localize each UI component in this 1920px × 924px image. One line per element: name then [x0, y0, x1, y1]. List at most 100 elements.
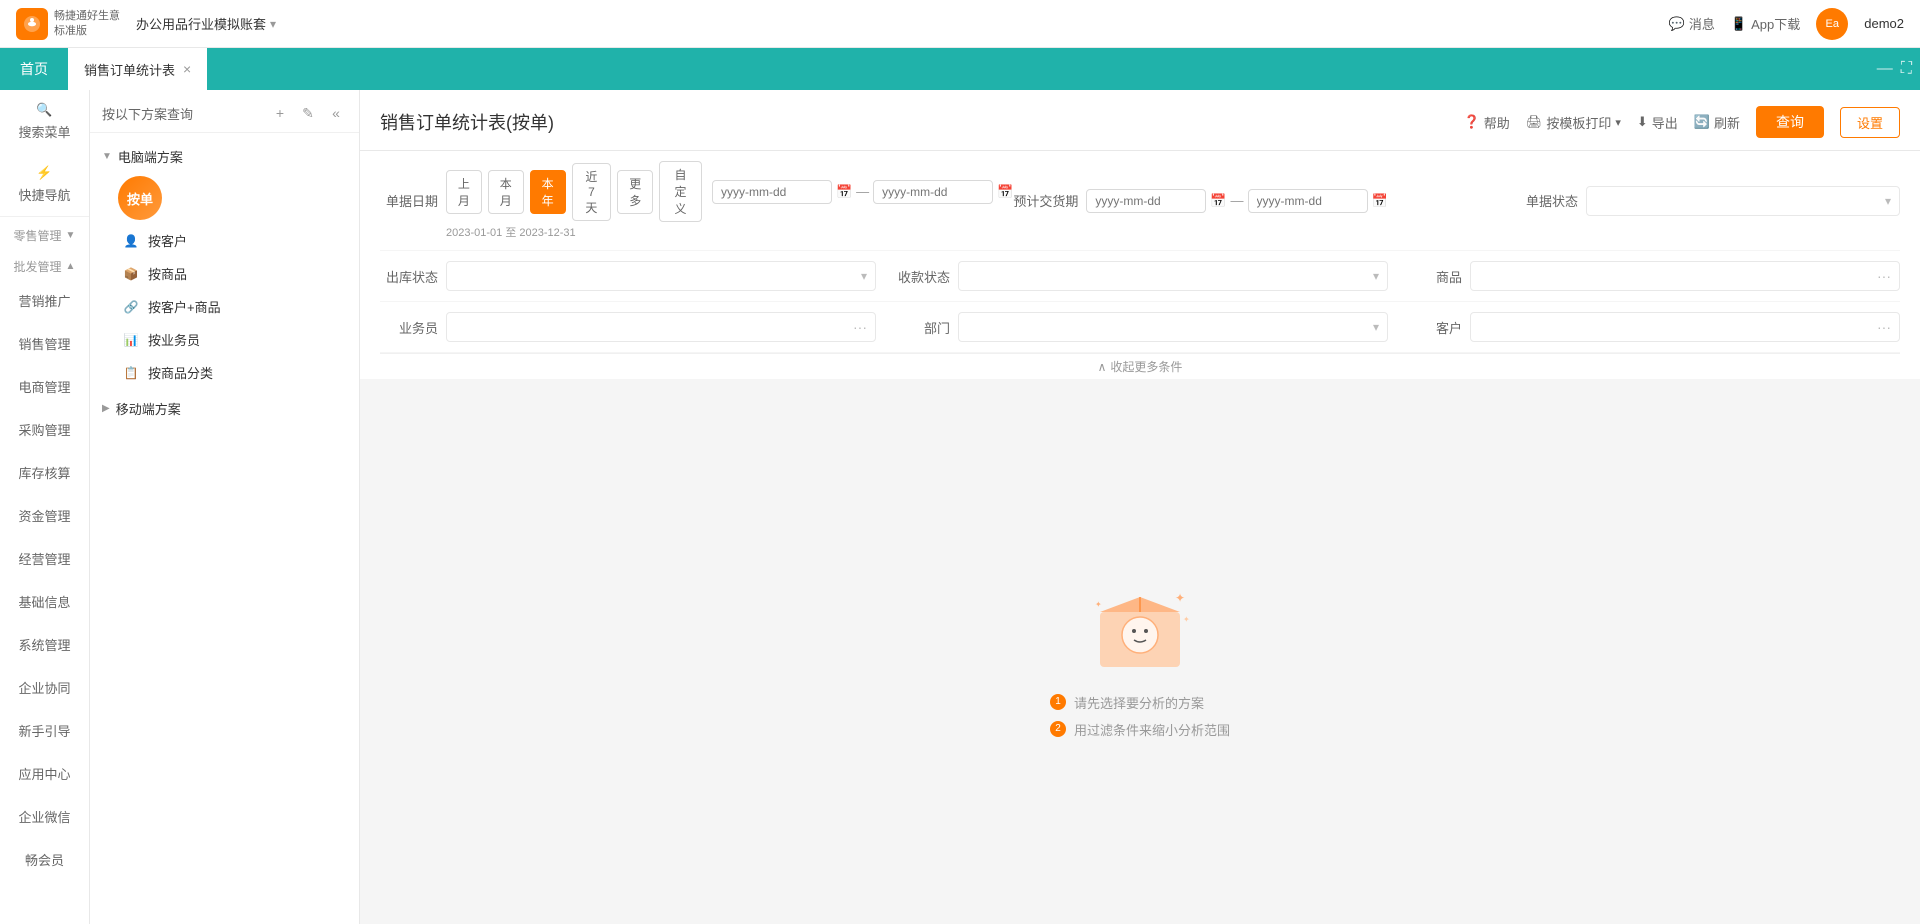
ship-status-select[interactable]: ▾ [446, 261, 876, 291]
filter-date-col: 单据日期 上月 本月 本年 近7天 更多 自定义 📅 — [380, 161, 1013, 240]
add-scheme-button[interactable]: + [269, 102, 291, 124]
edit-scheme-button[interactable]: ✎ [297, 102, 319, 124]
doc-status-select[interactable]: ▾ [1586, 186, 1900, 216]
sidebar-sales[interactable]: 销售管理 [0, 322, 89, 365]
date-btn-7days[interactable]: 近7天 [572, 163, 612, 221]
sidebar-search[interactable]: 🔍 搜索菜单 [0, 90, 89, 153]
date-start-input[interactable] [712, 180, 832, 204]
search-icon: 🔍 [36, 102, 52, 118]
chevron-down-icon: ▼ [102, 151, 112, 162]
date-range-inputs: 📅 — 📅 [712, 180, 1013, 204]
chevron-down-icon: ▾ [861, 269, 867, 283]
scheme-by-goods[interactable]: 📦 按商品 [90, 257, 359, 290]
sidebar-system[interactable]: 系统管理 [0, 623, 89, 666]
sidebar-ecom[interactable]: 电商管理 [0, 365, 89, 408]
calendar-icon-2: 📅 [997, 184, 1013, 200]
avatar[interactable]: Ea [1816, 8, 1848, 40]
sidebar-purchase[interactable]: 采购管理 [0, 408, 89, 451]
filter-ship-col: 出库状态 ▾ [380, 261, 876, 291]
sidebar-basic[interactable]: 基础信息 [0, 580, 89, 623]
collapse-panel-button[interactable]: « [325, 102, 347, 124]
topbar-right: 💬 消息 📱 App下载 Ea demo2 [1669, 8, 1904, 40]
help-action[interactable]: ❓ 帮助 [1464, 113, 1510, 132]
sidebar-collab[interactable]: 企业协同 [0, 666, 89, 709]
tree-group-mobile-header[interactable]: ▶ 移动端方案 [90, 393, 359, 424]
sidebar-finance[interactable]: 资金管理 [0, 494, 89, 537]
filter-docstatus-col: 单据状态 ▾ [1520, 186, 1900, 216]
sidebar-newbie[interactable]: 新手引导 [0, 709, 89, 752]
app-selector[interactable]: 办公用品行业模拟账套 ▾ [128, 10, 284, 37]
filter-pay-col: 收款状态 ▾ [892, 261, 1388, 291]
hint-1: 1 请先选择要分析的方案 [1050, 693, 1230, 712]
scheme-by-customer[interactable]: 👤 按客户 [90, 224, 359, 257]
sidebar-retail[interactable]: 零售管理 ▼ [0, 217, 89, 248]
customer-input[interactable]: ··· [1470, 312, 1900, 342]
print-action[interactable]: 🖨 按模板打印 ▾ [1526, 113, 1621, 132]
username: demo2 [1864, 16, 1904, 31]
tabbar: 首页 销售订单统计表 × — ⛶ [0, 48, 1920, 90]
tree-group-mobile: ▶ 移动端方案 [90, 393, 359, 424]
ship-status-label: 出库状态 [380, 267, 438, 286]
message-icon: 💬 [1669, 16, 1685, 32]
scheme-by-goods-category[interactable]: 📋 按商品分类 [90, 356, 359, 389]
tree-group-mobile-label: 移动端方案 [116, 399, 181, 418]
sidebar-inventory[interactable]: 库存核算 [0, 451, 89, 494]
tab-home[interactable]: 首页 [0, 48, 68, 90]
scheme-tree: ▼ 电脑端方案 按单 👤 按客户 📦 按商 [90, 133, 359, 924]
scheme-by-salesperson[interactable]: 📊 按业务员 [90, 323, 359, 356]
scheme-by-order-badge[interactable]: 按单 [118, 176, 162, 220]
download-action[interactable]: 📱 App下载 [1731, 14, 1800, 33]
date-btn-more[interactable]: 更多 [617, 170, 653, 214]
export-action[interactable]: ⬇ 导出 [1637, 113, 1678, 132]
message-action[interactable]: 💬 消息 [1669, 14, 1715, 33]
minimize-icon[interactable]: — [1877, 60, 1893, 78]
scheme-panel-title: 按以下方案查询 [102, 104, 193, 123]
collapse-filter-button[interactable]: ∧ 收起更多条件 [380, 353, 1900, 379]
combo-icon: 🔗 [122, 298, 140, 316]
sidebar-operation[interactable]: 经营管理 [0, 537, 89, 580]
page-title: 销售订单统计表(按单) [380, 109, 554, 135]
filter-goods-col: 商品 ··· [1404, 261, 1900, 291]
pay-status-select[interactable]: ▾ [958, 261, 1388, 291]
dept-select[interactable]: ▾ [958, 312, 1388, 342]
sidebar-member[interactable]: 畅会员 [0, 838, 89, 881]
expected-date-label: 预计交货期 [1013, 191, 1078, 210]
person-icon: 👤 [122, 232, 140, 250]
maximize-icon[interactable]: ⛶ [1901, 60, 1912, 78]
expected-date-end[interactable] [1248, 189, 1368, 213]
app-selector-label: 办公用品行业模拟账套 [136, 14, 266, 33]
chevron-down-icon: ▾ [270, 17, 276, 31]
sidebar-appcenter[interactable]: 应用中心 [0, 752, 89, 795]
sidebar-section: 零售管理 ▼ 批发管理 ▲ 营销推广 销售管理 电商管理 采购管理 库存核算 [0, 216, 89, 881]
tree-group-pc-header[interactable]: ▼ 电脑端方案 [90, 141, 359, 172]
date-btn-lastmonth[interactable]: 上月 [446, 170, 482, 214]
table-icon: 📋 [122, 364, 140, 382]
chevron-right-icon: ▶ [102, 403, 110, 414]
topbar-left: 畅捷通好生意 标准版 办公用品行业模拟账套 ▾ [16, 8, 284, 40]
settings-button[interactable]: 设置 [1840, 107, 1900, 138]
date-end-input[interactable] [873, 180, 993, 204]
query-button[interactable]: 查询 [1756, 106, 1824, 138]
tab-active[interactable]: 销售订单统计表 × [68, 48, 207, 90]
salesperson-input[interactable]: ··· [446, 312, 876, 342]
goods-input[interactable]: ··· [1470, 261, 1900, 291]
sidebar-marketing[interactable]: 营销推广 [0, 279, 89, 322]
sidebar-quicknav[interactable]: ⚡ 快捷导航 [0, 153, 89, 216]
right-panel: 销售订单统计表(按单) ❓ 帮助 🖨 按模板打印 ▾ ⬇ 导出 [360, 90, 1920, 924]
chevron-down-icon: ▾ [1373, 269, 1379, 283]
sidebar-wechat[interactable]: 企业微信 [0, 795, 89, 838]
tab-close-icon[interactable]: × [183, 62, 191, 76]
calendar-icon-3: 📅 [1210, 193, 1226, 209]
date-btn-custom[interactable]: 自定义 [659, 161, 702, 222]
refresh-action[interactable]: 🔄 刷新 [1694, 113, 1740, 132]
filter-salesperson-col: 业务员 ··· [380, 312, 876, 342]
expected-date-start[interactable] [1086, 189, 1206, 213]
calendar-icon: 📅 [836, 184, 852, 200]
date-btn-thisyear[interactable]: 本年 [530, 170, 566, 214]
empty-svg: ✦ ✦ ✦ [1075, 557, 1205, 677]
sidebar-wholesale[interactable]: 批发管理 ▲ [0, 248, 89, 279]
empty-hints: 1 请先选择要分析的方案 2 用过滤条件来缩小分析范围 [1050, 693, 1230, 747]
scheme-by-customer-goods[interactable]: 🔗 按客户+商品 [90, 290, 359, 323]
date-btn-thismonth[interactable]: 本月 [488, 170, 524, 214]
content-area: 按以下方案查询 + ✎ « ▼ 电脑端方案 按单 [90, 90, 1920, 924]
